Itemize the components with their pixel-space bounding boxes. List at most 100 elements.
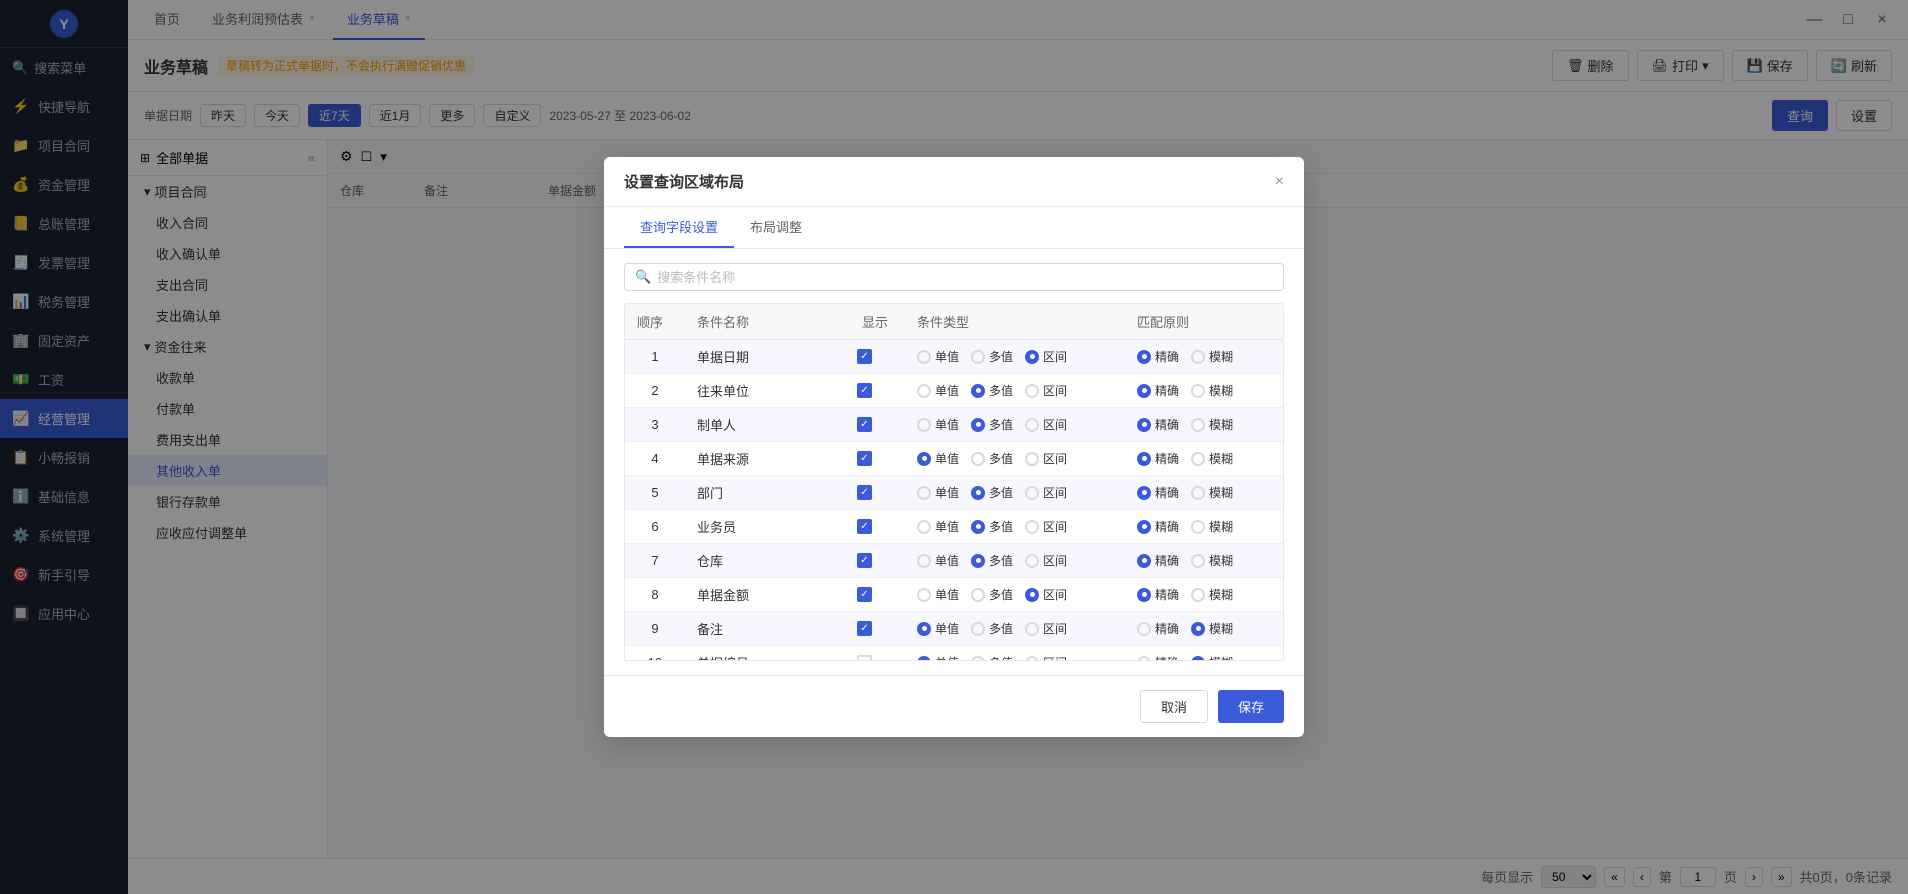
radio-exact[interactable]: 精确 (1137, 450, 1179, 467)
checkbox[interactable] (857, 655, 872, 660)
radio-multi[interactable]: 多值 (971, 620, 1013, 637)
radio-circle (917, 350, 931, 364)
search-input[interactable] (657, 270, 1273, 285)
radio-single[interactable]: 单值 (917, 654, 959, 660)
radio-single[interactable]: 单值 (917, 586, 959, 603)
radio-range[interactable]: 区间 (1025, 654, 1067, 660)
radio-single[interactable]: 单值 (917, 552, 959, 569)
radio-range[interactable]: 区间 (1025, 348, 1067, 365)
radio-exact[interactable]: 精确 (1137, 586, 1179, 603)
radio-exact[interactable]: 精确 (1137, 654, 1179, 660)
tab-layout-adjust[interactable]: 布局调整 (734, 207, 818, 248)
radio-single[interactable]: 单值 (917, 620, 959, 637)
radio-fuzzy[interactable]: 模糊 (1191, 484, 1233, 501)
radio-range[interactable]: 区间 (1025, 450, 1067, 467)
row-show[interactable]: ✓ (845, 451, 905, 466)
radio-fuzzy[interactable]: 模糊 (1191, 416, 1233, 433)
radio-single[interactable]: 单值 (917, 382, 959, 399)
row-order: 2 (625, 383, 685, 398)
radio-multi[interactable]: 多值 (971, 518, 1013, 535)
radio-multi[interactable]: 多值 (971, 382, 1013, 399)
radio-multi[interactable]: 多值 (971, 348, 1013, 365)
radio-exact[interactable]: 精确 (1137, 518, 1179, 535)
radio-range[interactable]: 区间 (1025, 586, 1067, 603)
radio-multi[interactable]: 多值 (971, 450, 1013, 467)
radio-single[interactable]: 单值 (917, 416, 959, 433)
radio-fuzzy[interactable]: 模糊 (1191, 586, 1233, 603)
radio-circle (1137, 418, 1151, 432)
row-show[interactable] (845, 655, 905, 660)
row-show[interactable]: ✓ (845, 519, 905, 534)
radio-single[interactable]: 单值 (917, 484, 959, 501)
radio-range[interactable]: 区间 (1025, 620, 1067, 637)
table-rows: 1 单据日期 ✓ 单值 多值 区间 (625, 340, 1283, 660)
dialog-close-btn[interactable]: × (1275, 173, 1284, 191)
radio-circle (971, 588, 985, 602)
table-row: 8 单据金额 ✓ 单值 多值 区间 (625, 578, 1283, 612)
radio-circle (1137, 350, 1151, 364)
radio-range[interactable]: 区间 (1025, 484, 1067, 501)
radio-range[interactable]: 区间 (1025, 382, 1067, 399)
radio-multi[interactable]: 多值 (971, 552, 1013, 569)
radio-circle (1137, 452, 1151, 466)
radio-exact[interactable]: 精确 (1137, 484, 1179, 501)
col-cond-type: 条件类型 (905, 312, 1125, 331)
row-show[interactable]: ✓ (845, 417, 905, 432)
radio-fuzzy[interactable]: 模糊 (1191, 382, 1233, 399)
radio-range[interactable]: 区间 (1025, 416, 1067, 433)
row-show[interactable]: ✓ (845, 553, 905, 568)
row-show[interactable]: ✓ (845, 587, 905, 602)
table-row: 3 制单人 ✓ 单值 多值 区间 (625, 408, 1283, 442)
row-show[interactable]: ✓ (845, 383, 905, 398)
checkbox[interactable]: ✓ (857, 485, 872, 500)
radio-multi[interactable]: 多值 (971, 484, 1013, 501)
radio-circle (971, 384, 985, 398)
dialog-tabs: 查询字段设置 布局调整 (604, 207, 1304, 249)
dialog-save-button[interactable]: 保存 (1218, 690, 1284, 723)
row-show[interactable]: ✓ (845, 485, 905, 500)
radio-exact[interactable]: 精确 (1137, 552, 1179, 569)
radio-exact[interactable]: 精确 (1137, 382, 1179, 399)
table-row: 4 单据来源 ✓ 单值 多值 区间 (625, 442, 1283, 476)
radio-range[interactable]: 区间 (1025, 518, 1067, 535)
radio-circle (1025, 520, 1039, 534)
radio-fuzzy[interactable]: 模糊 (1191, 654, 1233, 660)
row-cond-type: 单值 多值 区间 (905, 586, 1125, 603)
radio-multi[interactable]: 多值 (971, 586, 1013, 603)
radio-multi[interactable]: 多值 (971, 654, 1013, 660)
checkbox[interactable]: ✓ (857, 587, 872, 602)
radio-multi[interactable]: 多值 (971, 416, 1013, 433)
radio-circle (917, 520, 931, 534)
checkbox[interactable]: ✓ (857, 553, 872, 568)
radio-exact[interactable]: 精确 (1137, 416, 1179, 433)
radio-range[interactable]: 区间 (1025, 552, 1067, 569)
row-show[interactable]: ✓ (845, 621, 905, 636)
radio-single[interactable]: 单值 (917, 348, 959, 365)
checkbox[interactable]: ✓ (857, 349, 872, 364)
radio-circle (917, 622, 931, 636)
row-cond-type: 单值 多值 区间 (905, 654, 1125, 660)
radio-fuzzy[interactable]: 模糊 (1191, 450, 1233, 467)
radio-single[interactable]: 单值 (917, 518, 959, 535)
radio-fuzzy[interactable]: 模糊 (1191, 348, 1233, 365)
radio-fuzzy[interactable]: 模糊 (1191, 518, 1233, 535)
radio-exact[interactable]: 精确 (1137, 348, 1179, 365)
radio-circle (1191, 554, 1205, 568)
checkbox[interactable]: ✓ (857, 383, 872, 398)
row-show[interactable]: ✓ (845, 349, 905, 364)
cancel-button[interactable]: 取消 (1140, 690, 1208, 723)
radio-fuzzy[interactable]: 模糊 (1191, 552, 1233, 569)
checkbox[interactable]: ✓ (857, 451, 872, 466)
radio-fuzzy[interactable]: 模糊 (1191, 620, 1233, 637)
tab-query-fields[interactable]: 查询字段设置 (624, 207, 734, 248)
row-cond-type: 单值 多值 区间 (905, 416, 1125, 433)
checkbox[interactable]: ✓ (857, 417, 872, 432)
checkbox[interactable]: ✓ (857, 519, 872, 534)
checkbox[interactable]: ✓ (857, 621, 872, 636)
row-cond-type: 单值 多值 区间 (905, 552, 1125, 569)
table-row: 5 部门 ✓ 单值 多值 区间 (625, 476, 1283, 510)
row-order: 7 (625, 553, 685, 568)
radio-single[interactable]: 单值 (917, 450, 959, 467)
radio-exact[interactable]: 精确 (1137, 620, 1179, 637)
radio-circle (971, 452, 985, 466)
